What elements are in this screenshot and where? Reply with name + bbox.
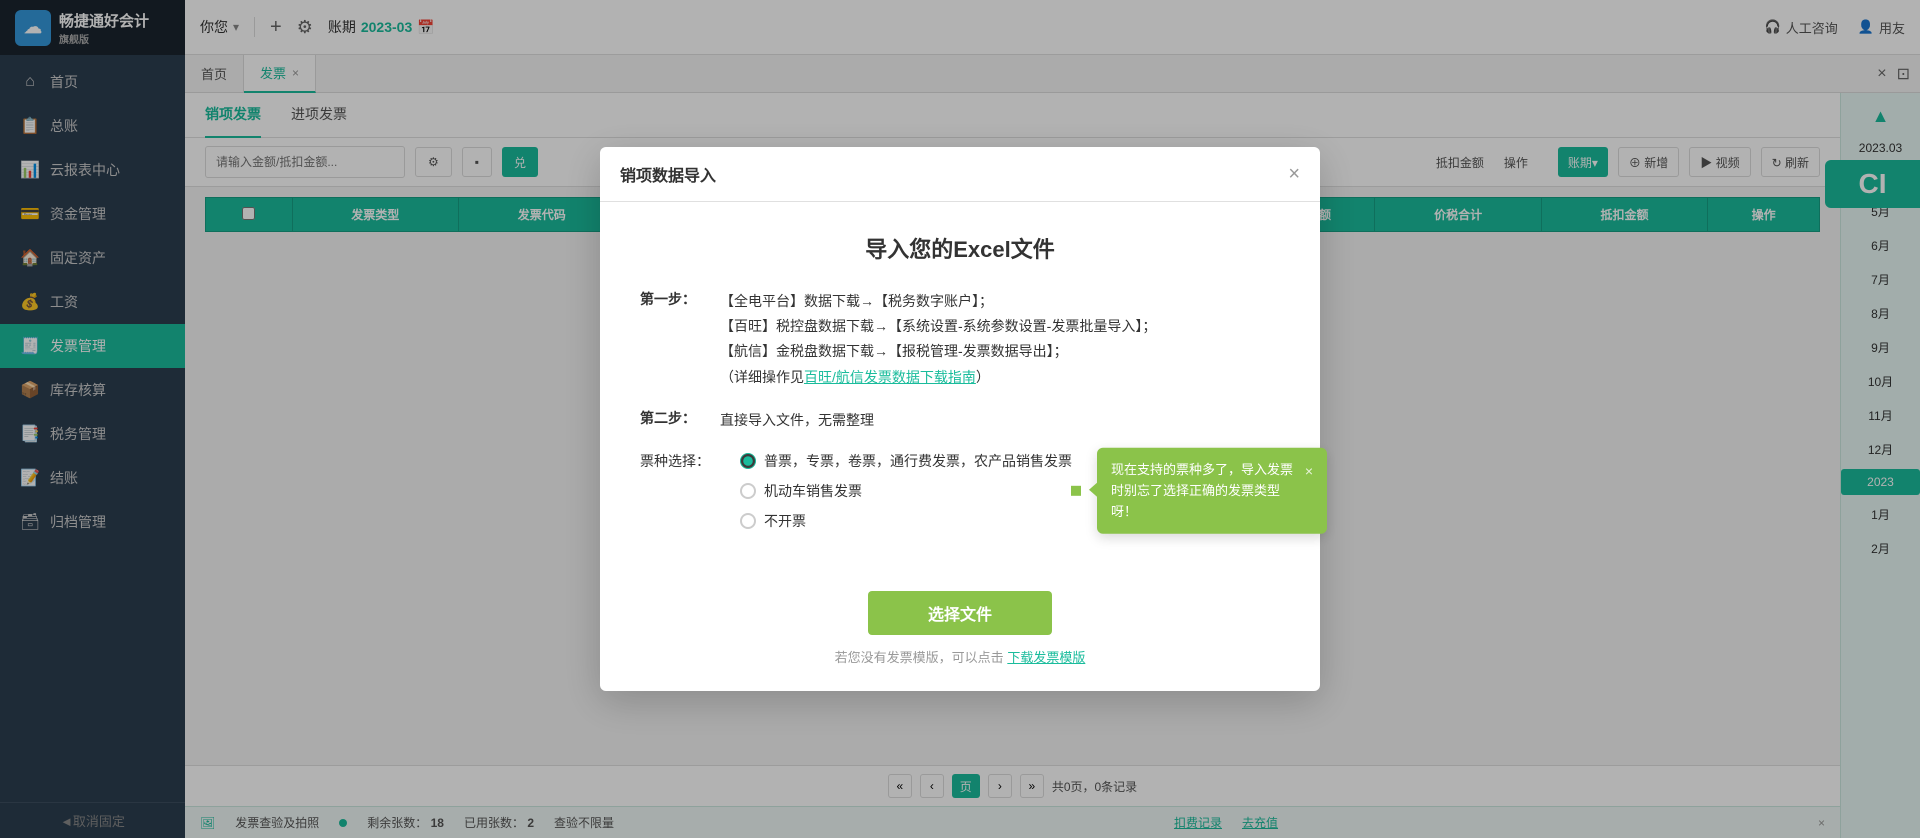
step1-content: 【全电平台】数据下载→【税务数字账户】； 【百旺】税控盘数据下载→【系统设置-系… — [720, 289, 1156, 390]
ticket-option-3[interactable]: 不开票 — [740, 511, 1072, 531]
tooltip-text: 现在支持的票种多了，导入发票时别忘了选择正确的发票类型呀！ — [1111, 462, 1293, 519]
tooltip-arrow — [1089, 482, 1097, 496]
step2-label: 第二步： — [640, 408, 710, 433]
ticket-option-1[interactable]: 普票，专票，卷票，通行费发票，农产品销售发票 — [740, 451, 1072, 471]
modal-step2: 第二步： 直接导入文件，无需整理 — [640, 408, 1280, 433]
step1-line1: 【全电平台】数据下载→【税务数字账户】； — [720, 289, 1156, 314]
select-file-btn[interactable]: 选择文件 — [868, 591, 1052, 635]
import-modal: 销项数据导入 × 导入您的Excel文件 第一步： 【全电平台】数据下载→【税务… — [600, 147, 1320, 691]
step2-content: 直接导入文件，无需整理 — [720, 408, 874, 433]
ticket-radio-2[interactable] — [740, 483, 756, 499]
modal-step1: 第一步： 【全电平台】数据下载→【税务数字账户】； 【百旺】税控盘数据下载→【系… — [640, 289, 1280, 390]
download-template-link[interactable]: 下载发票模版 — [1007, 650, 1085, 665]
step1-link-row: （详细操作见百旺/航信发票数据下载指南） — [720, 365, 1156, 390]
ticket-select-label: 票种选择： — [640, 451, 710, 471]
tooltip-close-btn[interactable]: × — [1305, 460, 1313, 482]
ticket-option-2[interactable]: 机动车销售发票 — [740, 481, 1072, 501]
tooltip-container: × 现在支持的票种多了，导入发票时别忘了选择正确的发票类型呀！ — [1071, 448, 1327, 534]
step1-line2: 【百旺】税控盘数据下载→【系统设置-系统参数设置-发票批量导入】； — [720, 314, 1156, 339]
ticket-radio-1[interactable] — [740, 453, 756, 469]
ticket-radio-3[interactable] — [740, 513, 756, 529]
modal-overlay: 销项数据导入 × 导入您的Excel文件 第一步： 【全电平台】数据下载→【税务… — [0, 0, 1920, 838]
modal-footer: 选择文件 若您没有发票模版，可以点击 下载发票模版 — [600, 581, 1320, 691]
step1-label: 第一步： — [640, 289, 710, 390]
step1-line3: 【航信】金税盘数据下载→【报税管理-发票数据导出】； — [720, 339, 1156, 364]
modal-header: 销项数据导入 × — [600, 147, 1320, 202]
tooltip-bubble: × 现在支持的票种多了，导入发票时别忘了选择正确的发票类型呀！ — [1097, 448, 1327, 534]
modal-body: 导入您的Excel文件 第一步： 【全电平台】数据下载→【税务数字账户】； 【百… — [600, 202, 1320, 581]
modal-close-btn[interactable]: × — [1288, 164, 1300, 184]
tooltip-dot — [1071, 486, 1081, 496]
modal-title: 销项数据导入 — [620, 162, 716, 186]
download-text-row: 若您没有发票模版，可以点击 下载发票模版 — [835, 647, 1086, 666]
step1-link[interactable]: 百旺/航信发票数据下载指南 — [804, 369, 976, 385]
modal-import-title: 导入您的Excel文件 — [640, 232, 1280, 264]
modal-ticket-select: 票种选择： 普票，专票，卷票，通行费发票，农产品销售发票 机动车销售发票 — [640, 451, 1280, 541]
